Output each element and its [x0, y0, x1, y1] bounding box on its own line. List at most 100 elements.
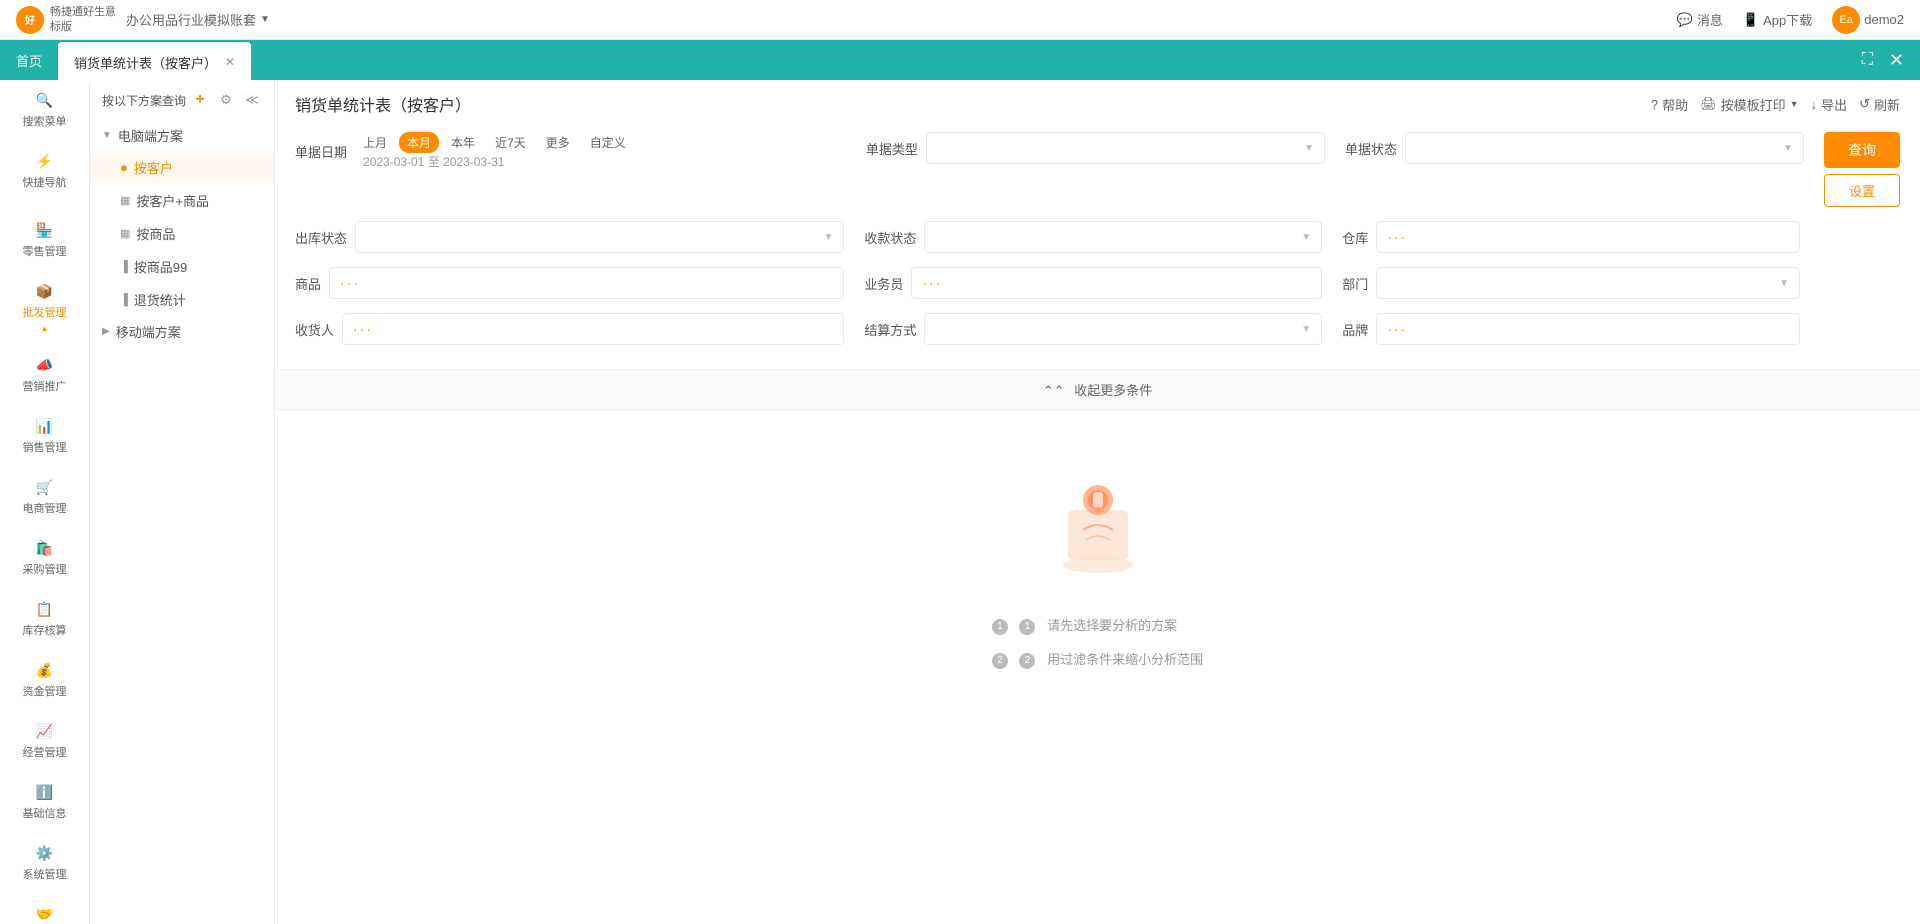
- help-button[interactable]: ? 帮助: [1651, 95, 1688, 114]
- goods-label: 商品: [295, 274, 321, 293]
- date-tab-last-7-days[interactable]: 近7天: [487, 132, 534, 153]
- settings-button[interactable]: 设置: [1824, 174, 1900, 207]
- brand-label: 品牌: [1342, 320, 1368, 339]
- salesperson-dots: ···: [922, 275, 942, 291]
- tab-home[interactable]: 首页: [0, 40, 58, 80]
- page-title: 销货单统计表（按客户）: [295, 92, 471, 116]
- sidebar-item-search[interactable]: 🔍 搜索菜单: [0, 80, 89, 141]
- help-icon: ?: [1651, 97, 1658, 112]
- order-type-select[interactable]: ▼: [926, 132, 1325, 164]
- message-button[interactable]: 💬 消息: [1677, 10, 1723, 29]
- settlement-label: 结算方式: [864, 320, 916, 339]
- outbound-status-select[interactable]: ▼: [355, 221, 844, 253]
- grid-icon-2: ▦: [120, 227, 130, 240]
- sidebar-item-basic-info[interactable]: ℹ️ 基础信息: [0, 772, 89, 833]
- scheme-group-mobile-title[interactable]: ▶ 移动端方案: [90, 316, 274, 347]
- sidebar-item-nav[interactable]: ⚡ 快捷导航: [0, 141, 89, 202]
- scheme-panel-actions: + ⚙ ≪: [190, 90, 262, 110]
- tab-close-icon[interactable]: ✕: [225, 55, 235, 69]
- scheme-item-return-stats[interactable]: ▐ 退货统计: [90, 283, 274, 316]
- order-type-label: 单据类型: [866, 139, 918, 158]
- query-button[interactable]: 查询: [1824, 132, 1900, 168]
- date-tab-last-month[interactable]: 上月: [355, 132, 395, 153]
- date-tab-this-month[interactable]: 本月: [399, 132, 439, 153]
- print-arrow-icon: ▼: [1790, 99, 1799, 109]
- sidebar-item-system[interactable]: ⚙️ 系统管理: [0, 833, 89, 894]
- close-tab-icon[interactable]: ✕: [1889, 50, 1904, 71]
- scheme-item-by-customer-goods[interactable]: ▦ 按客户+商品: [90, 184, 274, 217]
- template-print-button[interactable]: 🖨 按模板打印 ▼: [1700, 95, 1798, 114]
- scheme-item-by-customer[interactable]: ● 按客户: [90, 151, 274, 184]
- settlement-select[interactable]: ▼: [924, 313, 1322, 345]
- sidebar-item-retail[interactable]: 🏪 零售管理: [0, 210, 89, 271]
- date-tab-this-year[interactable]: 本年: [443, 132, 483, 153]
- sidebar-item-purchase[interactable]: 🛍️ 采购管理: [0, 528, 89, 589]
- sidebar-item-sales[interactable]: 📊 销售管理: [0, 406, 89, 467]
- logo-area: 好 畅捷通好生意 标版: [16, 5, 116, 34]
- tab-sales-stats[interactable]: 销货单统计表（按客户） ✕: [58, 42, 251, 82]
- date-range: 2023-03-01 至 2023-03-31: [363, 153, 846, 170]
- logo-icon: 好: [16, 6, 44, 34]
- filter-section: 单据日期 上月 本月 本年 近7天 更多 自定义 2023-03-01 至 20…: [275, 122, 1920, 369]
- collapse-up-icon: ⌃⌃: [1043, 383, 1065, 398]
- collapse-scheme-button[interactable]: ≪: [242, 90, 262, 110]
- add-scheme-button[interactable]: +: [190, 90, 210, 110]
- retail-icon: 🏪: [36, 222, 53, 239]
- receiver-select[interactable]: ···: [342, 313, 844, 345]
- empty-state: 1 请先选择要分析的方案 2 用过滤条件来缩小分析范围: [275, 410, 1920, 733]
- outbound-status-label: 出库状态: [295, 228, 347, 247]
- refresh-button[interactable]: ↺ 刷新: [1859, 95, 1900, 114]
- sidebar-item-ecommerce[interactable]: 🛒 电商管理: [0, 467, 89, 528]
- scheme-panel-header: 按以下方案查询 + ⚙ ≪: [90, 80, 274, 120]
- order-status-label: 单据状态: [1345, 139, 1397, 158]
- payment-arrow-icon: ▼: [1301, 232, 1311, 243]
- message-icon: 💬: [1677, 12, 1693, 28]
- warehouse-dots: ···: [1387, 229, 1407, 245]
- goods-select[interactable]: ···: [329, 267, 844, 299]
- breadcrumb-select[interactable]: 办公用品行业模拟账套 ▼: [126, 10, 270, 29]
- empty-illustration: [1038, 470, 1158, 593]
- brand-select[interactable]: ···: [1376, 313, 1800, 345]
- department-select[interactable]: ▼: [1376, 267, 1800, 299]
- date-tab-more[interactable]: 更多: [538, 132, 578, 153]
- sidebar-item-inventory[interactable]: 📋 库存核算: [0, 589, 89, 650]
- top-bar: 好 畅捷通好生意 标版 办公用品行业模拟账套 ▼ 💬 消息 📱 App下载 Ea…: [0, 0, 1920, 40]
- basic-info-icon: ℹ️: [36, 784, 53, 801]
- payment-status-label: 收款状态: [864, 228, 916, 247]
- marketing-icon: 📣: [36, 357, 53, 374]
- collapse-bar[interactable]: ⌃⌃ 收起更多条件: [275, 369, 1920, 410]
- sidebar-item-marketing[interactable]: 📣 营销推广: [0, 345, 89, 406]
- settings-scheme-button[interactable]: ⚙: [216, 90, 236, 110]
- warehouse-select[interactable]: ···: [1376, 221, 1800, 253]
- date-tab-custom[interactable]: 自定义: [582, 132, 634, 153]
- salesperson-select[interactable]: ···: [911, 267, 1322, 299]
- filter-area: 销货单统计表（按客户） ? 帮助 🖨 按模板打印 ▼ ↓ 导出: [275, 80, 1920, 924]
- print-icon: 🖨: [1700, 96, 1717, 112]
- scheme-group-mobile: ▶ 移动端方案: [90, 316, 274, 347]
- ecommerce-icon: 🛒: [36, 479, 53, 496]
- payment-status-select[interactable]: ▼: [924, 221, 1322, 253]
- sidebar-item-wholesale[interactable]: 📦 批发管理 ▲: [0, 271, 89, 345]
- scheme-item-by-goods[interactable]: ▦ 按商品: [90, 217, 274, 250]
- bar-icon-1: ▐: [120, 261, 128, 273]
- export-button[interactable]: ↓ 导出: [1811, 95, 1848, 114]
- order-type-arrow-icon: ▼: [1304, 143, 1314, 154]
- bar-icon-2: ▐: [120, 294, 128, 306]
- system-icon: ⚙️: [36, 845, 53, 862]
- app-download-button[interactable]: 📱 App下载: [1743, 10, 1812, 29]
- sidebar-item-finance[interactable]: 💰 资金管理: [0, 650, 89, 711]
- order-status-select[interactable]: ▼: [1405, 132, 1804, 164]
- scheme-group-pc-title[interactable]: ▼ 电脑端方案: [90, 120, 274, 151]
- tab-bar: 首页 销货单统计表（按客户） ✕ ⛶ ✕: [0, 40, 1920, 80]
- sidebar-item-cooperation[interactable]: 🤝 企业协同: [0, 894, 89, 924]
- grid-icon-1: ▦: [120, 194, 130, 207]
- scheme-item-by-goods99[interactable]: ▐ 按商品99: [90, 250, 274, 283]
- top-bar-right: 💬 消息 📱 App下载 Ea demo2: [1677, 6, 1904, 34]
- inventory-icon: 📋: [36, 601, 53, 618]
- user-profile[interactable]: Ea demo2: [1832, 6, 1904, 34]
- avatar: Ea: [1832, 6, 1860, 34]
- nav-icon: ⚡: [36, 153, 53, 170]
- up-arrow-icon: ▲: [41, 324, 49, 333]
- maximize-icon[interactable]: ⛶: [1862, 51, 1873, 69]
- sidebar-item-operation[interactable]: 📈 经营管理: [0, 711, 89, 772]
